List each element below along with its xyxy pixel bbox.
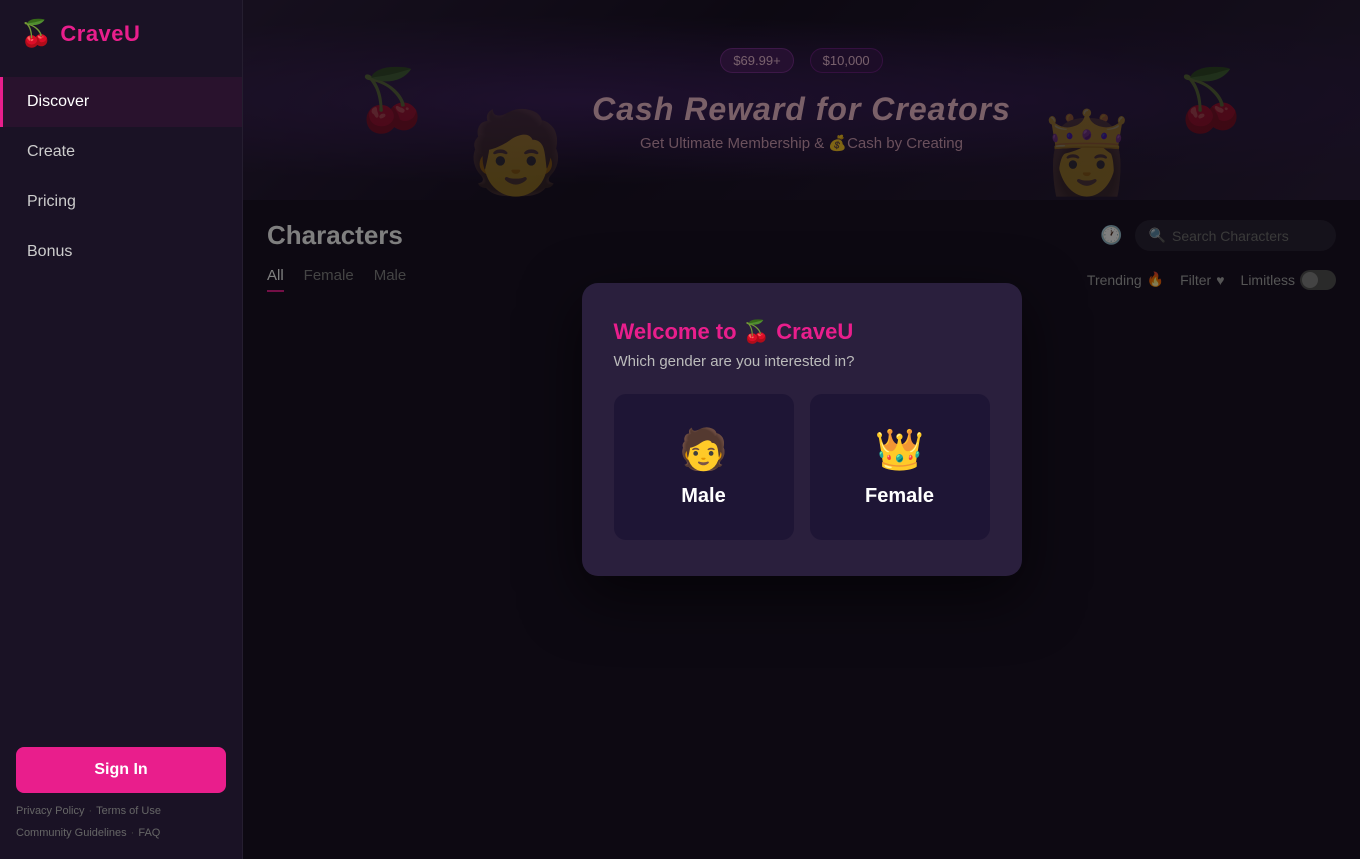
logo-text: CraveU — [60, 21, 140, 47]
sidebar-nav: Discover Create Pricing Bonus — [0, 77, 242, 727]
male-emoji: 🧑 — [679, 426, 729, 473]
male-label: Male — [681, 485, 725, 508]
logo-area[interactable]: 🍒 CraveU — [0, 0, 242, 67]
footer-links: Privacy Policy · Terms of Use Community … — [16, 805, 226, 839]
sidebar-item-label: Pricing — [27, 193, 76, 210]
sidebar-item-bonus[interactable]: Bonus — [0, 227, 242, 277]
sidebar-item-create[interactable]: Create — [0, 127, 242, 177]
sidebar-item-label: Bonus — [27, 243, 72, 260]
gender-options: 🧑 Male 👑 Female — [614, 394, 990, 540]
gender-card-female[interactable]: 👑 Female — [810, 394, 990, 540]
female-label: Female — [865, 485, 934, 508]
sidebar-footer: Sign In Privacy Policy · Terms of Use Co… — [0, 727, 242, 859]
sidebar-item-pricing[interactable]: Pricing — [0, 177, 242, 227]
gender-selection-modal: Welcome to 🍒 CraveU Which gender are you… — [582, 283, 1022, 576]
sidebar: 🍒 CraveU Discover Create Pricing Bonus S… — [0, 0, 243, 859]
logo-icon: 🍒 — [20, 18, 52, 49]
faq-link[interactable]: FAQ — [138, 827, 160, 839]
community-guidelines-link[interactable]: Community Guidelines — [16, 827, 127, 839]
modal-subtitle: Which gender are you interested in? — [614, 353, 990, 370]
gender-card-male[interactable]: 🧑 Male — [614, 394, 794, 540]
sidebar-item-label: Create — [27, 143, 75, 160]
female-emoji: 👑 — [875, 426, 925, 473]
main-content: 🍒 🧑 $69.99+ $10,000 Cash Reward for Crea… — [243, 0, 1360, 859]
sidebar-item-discover[interactable]: Discover — [0, 77, 242, 127]
welcome-prefix: Welcome to 🍒 — [614, 319, 777, 344]
sidebar-item-label: Discover — [27, 93, 89, 110]
privacy-policy-link[interactable]: Privacy Policy — [16, 805, 84, 823]
terms-of-use-link[interactable]: Terms of Use — [96, 805, 161, 823]
modal-overlay: Welcome to 🍒 CraveU Which gender are you… — [243, 0, 1360, 859]
sign-in-button[interactable]: Sign In — [16, 747, 226, 793]
modal-title: Welcome to 🍒 CraveU — [614, 319, 990, 345]
modal-brand-name: CraveU — [776, 319, 853, 344]
